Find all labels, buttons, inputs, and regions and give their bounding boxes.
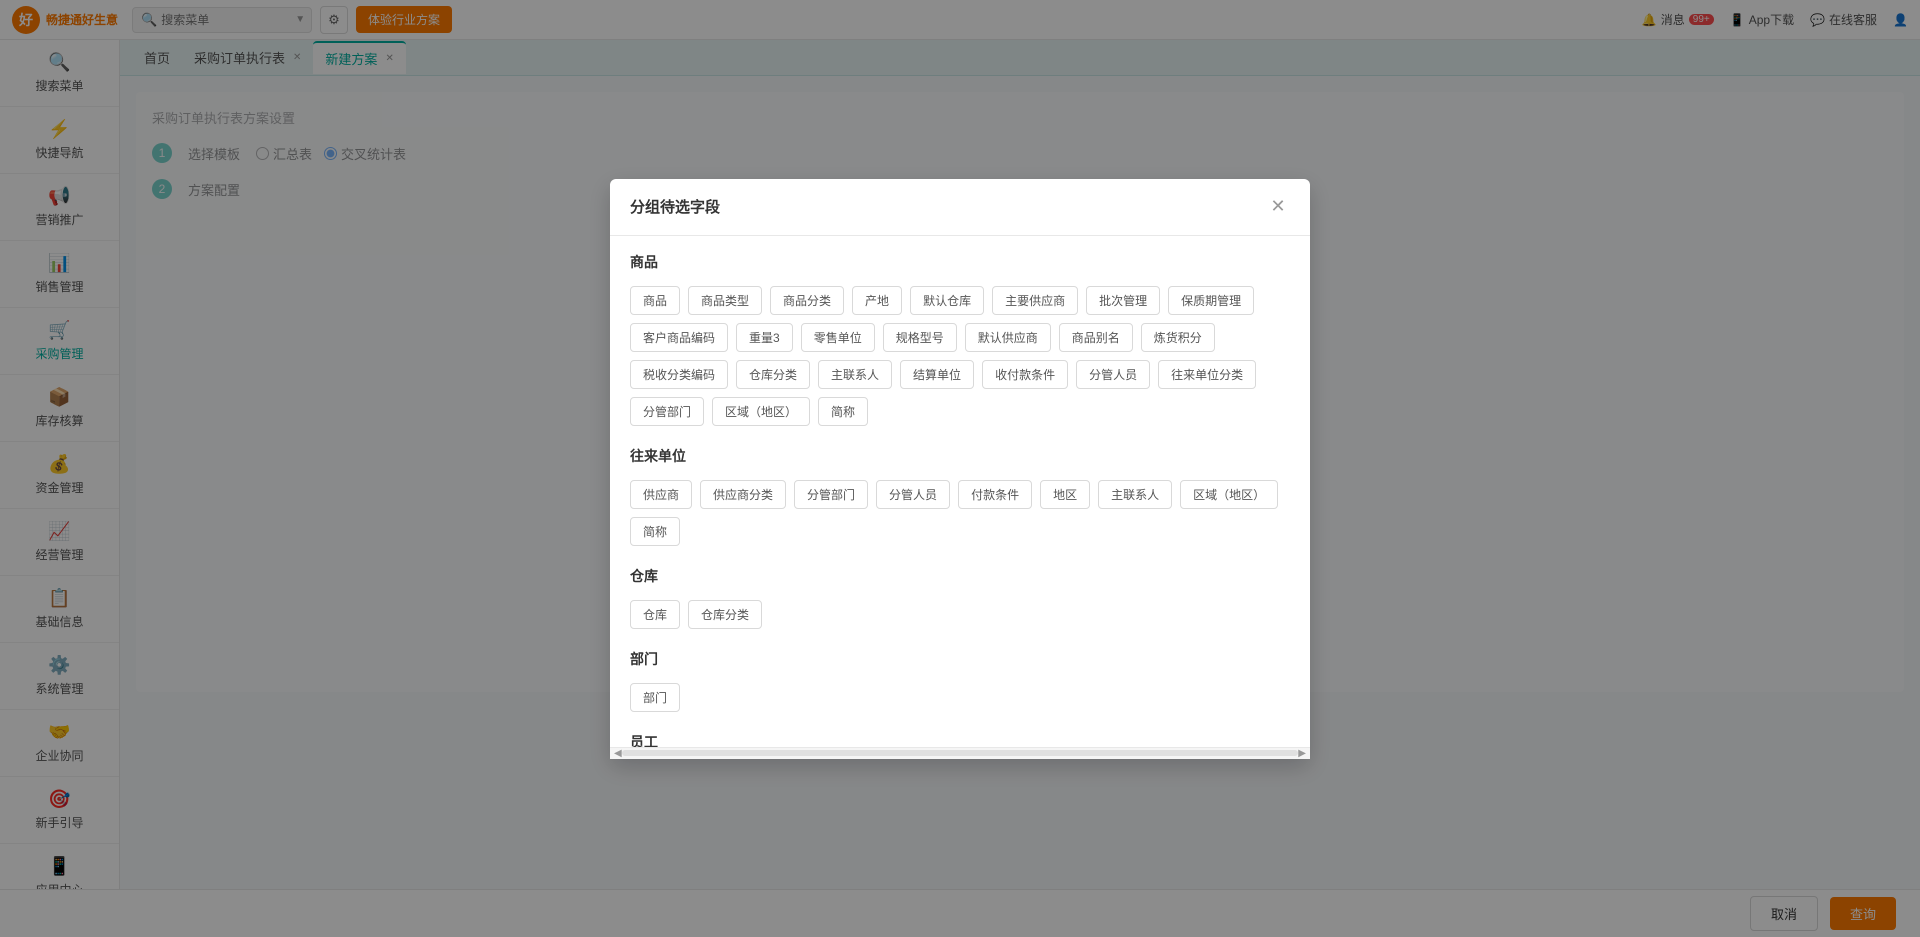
section-warehouse-title: 仓库 xyxy=(630,566,1290,590)
field-tag-partner-person[interactable]: 分管人员 xyxy=(876,480,950,509)
field-tag-practice-points[interactable]: 炼货积分 xyxy=(1141,323,1215,352)
field-tag-main-contact[interactable]: 主联系人 xyxy=(818,360,892,389)
section-partner-fields: 供应商 供应商分类 分管部门 分管人员 付款条件 地区 主联系人 区域（地区） … xyxy=(630,480,1290,546)
field-tag-origin[interactable]: 产地 xyxy=(852,286,902,315)
hscroll-track[interactable] xyxy=(622,750,1299,756)
field-tag-department[interactable]: 部门 xyxy=(630,683,680,712)
section-department-title: 部门 xyxy=(630,649,1290,673)
modal-header: 分组待选字段 ✕ xyxy=(610,179,1310,236)
field-tag-region[interactable]: 区域（地区） xyxy=(712,397,810,426)
section-product-title: 商品 xyxy=(630,252,1290,276)
field-tag-default-warehouse[interactable]: 默认仓库 xyxy=(910,286,984,315)
field-tag-partner-contact[interactable]: 主联系人 xyxy=(1098,480,1172,509)
section-partner-title: 往来单位 xyxy=(630,446,1290,470)
field-tag-product-alias[interactable]: 商品别名 xyxy=(1059,323,1133,352)
field-select-modal: 分组待选字段 ✕ 商品 商品 商品类型 商品分类 产地 默认仓库 主要供应商 批… xyxy=(610,179,1310,759)
field-tag-partner-region[interactable]: 区域（地区） xyxy=(1180,480,1278,509)
field-tag-weight3[interactable]: 重量3 xyxy=(736,323,793,352)
field-tag-product[interactable]: 商品 xyxy=(630,286,680,315)
modal-title: 分组待选字段 xyxy=(630,196,720,217)
field-tag-spec-model[interactable]: 规格型号 xyxy=(883,323,957,352)
field-tag-district[interactable]: 地区 xyxy=(1040,480,1090,509)
field-tag-batch-mgmt[interactable]: 批次管理 xyxy=(1086,286,1160,315)
field-tag-payment-terms[interactable]: 收付款条件 xyxy=(982,360,1068,389)
field-tag-tax-code[interactable]: 税收分类编码 xyxy=(630,360,728,389)
modal-close-button[interactable]: ✕ xyxy=(1266,195,1290,219)
section-partner: 往来单位 供应商 供应商分类 分管部门 分管人员 付款条件 地区 主联系人 区域… xyxy=(630,446,1290,546)
section-department: 部门 部门 xyxy=(630,649,1290,712)
field-tag-partner-short-name[interactable]: 简称 xyxy=(630,517,680,546)
modal-body: 商品 商品 商品类型 商品分类 产地 默认仓库 主要供应商 批次管理 保质期管理… xyxy=(610,236,1310,747)
section-product-fields: 商品 商品类型 商品分类 产地 默认仓库 主要供应商 批次管理 保质期管理 客户… xyxy=(630,286,1290,426)
field-tag-partner-dept[interactable]: 分管部门 xyxy=(794,480,868,509)
modal-overlay: 分组待选字段 ✕ 商品 商品 商品类型 商品分类 产地 默认仓库 主要供应商 批… xyxy=(0,0,1920,937)
field-tag-product-category[interactable]: 商品分类 xyxy=(770,286,844,315)
field-tag-short-name[interactable]: 简称 xyxy=(818,397,868,426)
field-tag-warehouse-class[interactable]: 仓库分类 xyxy=(688,600,762,629)
section-product: 商品 商品 商品类型 商品分类 产地 默认仓库 主要供应商 批次管理 保质期管理… xyxy=(630,252,1290,426)
field-tag-supplier-category[interactable]: 供应商分类 xyxy=(700,480,786,509)
field-tag-responsible-person[interactable]: 分管人员 xyxy=(1076,360,1150,389)
field-tag-main-supplier[interactable]: 主要供应商 xyxy=(992,286,1078,315)
field-tag-settlement-unit[interactable]: 结算单位 xyxy=(900,360,974,389)
field-tag-warehouse-category[interactable]: 仓库分类 xyxy=(736,360,810,389)
field-tag-product-type[interactable]: 商品类型 xyxy=(688,286,762,315)
section-department-fields: 部门 xyxy=(630,683,1290,712)
field-tag-default-supplier[interactable]: 默认供应商 xyxy=(965,323,1051,352)
field-tag-warehouse[interactable]: 仓库 xyxy=(630,600,680,629)
hscroll-right-arrow[interactable]: ▶ xyxy=(1298,748,1306,759)
field-tag-payment-condition[interactable]: 付款条件 xyxy=(958,480,1032,509)
hscroll-left-arrow[interactable]: ◀ xyxy=(614,748,622,759)
section-warehouse: 仓库 仓库 仓库分类 xyxy=(630,566,1290,629)
section-employee: 员工 业务员 xyxy=(630,732,1290,747)
section-warehouse-fields: 仓库 仓库分类 xyxy=(630,600,1290,629)
field-tag-customer-product-code[interactable]: 客户商品编码 xyxy=(630,323,728,352)
field-tag-retail-unit[interactable]: 零售单位 xyxy=(801,323,875,352)
field-tag-partner-category[interactable]: 往来单位分类 xyxy=(1158,360,1256,389)
modal-hscroll[interactable]: ◀ ▶ xyxy=(610,747,1310,759)
field-tag-responsible-dept[interactable]: 分管部门 xyxy=(630,397,704,426)
section-employee-title: 员工 xyxy=(630,732,1290,747)
field-tag-supplier[interactable]: 供应商 xyxy=(630,480,692,509)
field-tag-quality-mgmt[interactable]: 保质期管理 xyxy=(1168,286,1254,315)
